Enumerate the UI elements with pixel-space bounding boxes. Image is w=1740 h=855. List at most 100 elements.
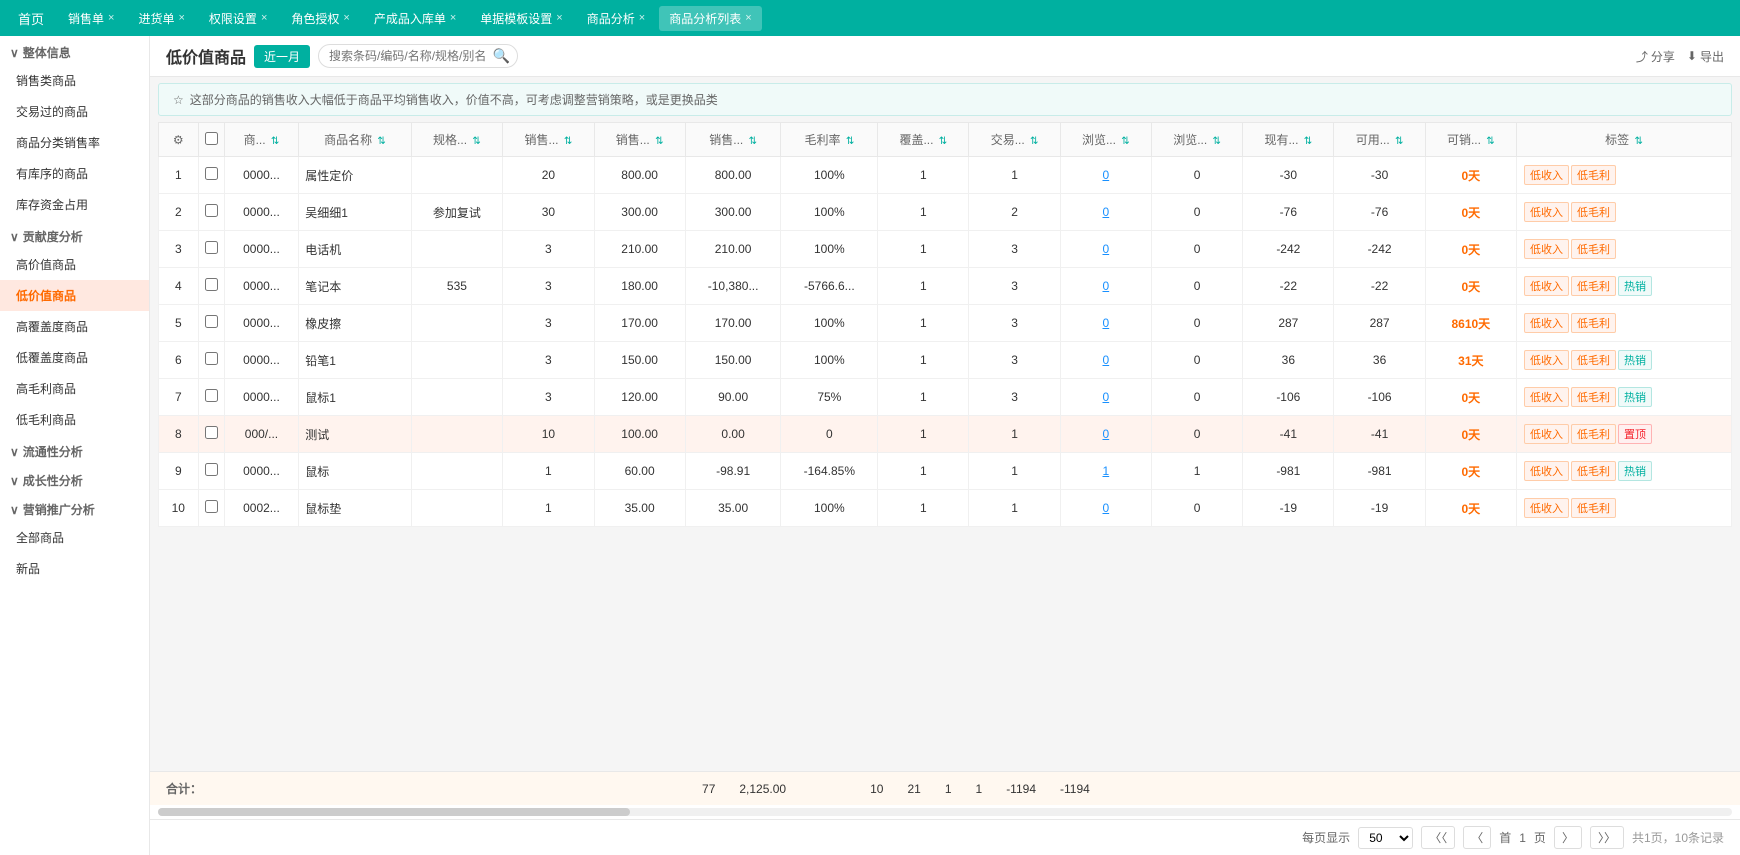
nav-analysis[interactable]: 商品分析 × bbox=[577, 6, 655, 31]
nav-close-analysis[interactable]: × bbox=[639, 12, 645, 24]
nav-roles[interactable]: 角色授权 × bbox=[281, 6, 359, 31]
row-checkbox-cell[interactable] bbox=[198, 379, 224, 416]
sidebar-group-contribution[interactable]: ∨ 贡献度分析 bbox=[0, 220, 149, 249]
row-checkbox-cell[interactable] bbox=[198, 342, 224, 379]
row-view1[interactable]: 0 bbox=[1060, 305, 1151, 342]
col-spec[interactable]: 规格... ⇅ bbox=[411, 123, 503, 157]
nav-close-sales[interactable]: × bbox=[108, 12, 114, 24]
view1-link[interactable]: 0 bbox=[1102, 205, 1109, 219]
nav-product-stock[interactable]: 产成品入库单 × bbox=[364, 6, 466, 31]
col-tags[interactable]: 标签 ⇅ bbox=[1516, 123, 1731, 157]
scrollbar-track[interactable] bbox=[158, 808, 1732, 816]
row-checkbox-cell[interactable] bbox=[198, 416, 224, 453]
gear-icon[interactable]: ⚙ bbox=[173, 133, 184, 147]
row-view1[interactable]: 1 bbox=[1060, 453, 1151, 490]
col-code[interactable]: 商... ⇅ bbox=[224, 123, 299, 157]
sidebar-item-sales-products[interactable]: 销售类商品 bbox=[0, 65, 149, 96]
prev-page-btn[interactable]: 〈 bbox=[1463, 826, 1491, 849]
nav-sales[interactable]: 销售单 × bbox=[58, 6, 124, 31]
col-sale-total[interactable]: 销售... ⇅ bbox=[685, 123, 781, 157]
sidebar-item-all-products[interactable]: 全部商品 bbox=[0, 522, 149, 553]
first-page-btn[interactable]: 〈〈 bbox=[1421, 826, 1455, 849]
col-margin[interactable]: 毛利率 ⇅ bbox=[781, 123, 878, 157]
row-checkbox-cell[interactable] bbox=[198, 268, 224, 305]
col-sale-qty[interactable]: 销售... ⇅ bbox=[503, 123, 594, 157]
sidebar-item-high-coverage[interactable]: 高覆盖度商品 bbox=[0, 311, 149, 342]
nav-home[interactable]: 首页 bbox=[8, 5, 54, 32]
sidebar-group-overall[interactable]: ∨ 整体信息 bbox=[0, 36, 149, 65]
col-gear[interactable]: ⚙ bbox=[159, 123, 199, 157]
search-icon[interactable]: 🔍 bbox=[493, 48, 510, 65]
last-page-btn[interactable]: 〉〉 bbox=[1590, 826, 1624, 849]
row-view1[interactable]: 0 bbox=[1060, 268, 1151, 305]
sidebar-item-low-margin[interactable]: 低毛利商品 bbox=[0, 404, 149, 435]
view1-link[interactable]: 0 bbox=[1102, 390, 1109, 404]
sidebar-group-circulation[interactable]: ∨ 流通性分析 bbox=[0, 435, 149, 464]
row-checkbox[interactable] bbox=[205, 315, 218, 328]
col-sellable[interactable]: 可销... ⇅ bbox=[1425, 123, 1516, 157]
col-trade[interactable]: 交易... ⇅ bbox=[969, 123, 1060, 157]
view1-link[interactable]: 0 bbox=[1102, 242, 1109, 256]
col-view2[interactable]: 浏览... ⇅ bbox=[1151, 123, 1242, 157]
sidebar-item-traded[interactable]: 交易过的商品 bbox=[0, 96, 149, 127]
view1-link[interactable]: 0 bbox=[1102, 353, 1109, 367]
sidebar-item-category-sales[interactable]: 商品分类销售率 bbox=[0, 127, 149, 158]
view1-link[interactable]: 0 bbox=[1102, 168, 1109, 182]
nav-close-template[interactable]: × bbox=[556, 12, 562, 24]
nav-close-roles[interactable]: × bbox=[343, 12, 349, 24]
row-checkbox[interactable] bbox=[205, 352, 218, 365]
export-button[interactable]: ⬇ 导出 bbox=[1687, 48, 1724, 65]
sidebar-item-high-margin[interactable]: 高毛利商品 bbox=[0, 373, 149, 404]
share-button[interactable]: ⤴ 分享 bbox=[1636, 48, 1675, 65]
row-checkbox[interactable] bbox=[205, 389, 218, 402]
row-view1[interactable]: 0 bbox=[1060, 194, 1151, 231]
table-container[interactable]: ⚙ 商... ⇅ 商品名称 ⇅ 规格... ⇅ 销售... ⇅ 销售... ⇅ … bbox=[150, 116, 1740, 771]
row-checkbox[interactable] bbox=[205, 426, 218, 439]
nav-purchase[interactable]: 进货单 × bbox=[128, 6, 194, 31]
row-view1[interactable]: 0 bbox=[1060, 231, 1151, 268]
row-view1[interactable]: 0 bbox=[1060, 342, 1151, 379]
nav-template[interactable]: 单据模板设置 × bbox=[470, 6, 572, 31]
row-checkbox-cell[interactable] bbox=[198, 490, 224, 527]
row-checkbox[interactable] bbox=[205, 463, 218, 476]
view1-link[interactable]: 0 bbox=[1102, 427, 1109, 441]
sidebar-item-stocked[interactable]: 有库序的商品 bbox=[0, 158, 149, 189]
sidebar-item-new-products[interactable]: 新品 bbox=[0, 553, 149, 584]
col-name[interactable]: 商品名称 ⇅ bbox=[299, 123, 411, 157]
row-checkbox[interactable] bbox=[205, 167, 218, 180]
next-page-btn[interactable]: 〉 bbox=[1554, 826, 1582, 849]
row-checkbox-cell[interactable] bbox=[198, 157, 224, 194]
col-available[interactable]: 可用... ⇅ bbox=[1334, 123, 1425, 157]
row-checkbox-cell[interactable] bbox=[198, 453, 224, 490]
sidebar-group-marketing[interactable]: ∨ 营销推广分析 bbox=[0, 493, 149, 522]
row-checkbox-cell[interactable] bbox=[198, 305, 224, 342]
col-coverage[interactable]: 覆盖... ⇅ bbox=[878, 123, 969, 157]
nav-permissions[interactable]: 权限设置 × bbox=[199, 6, 277, 31]
row-checkbox[interactable] bbox=[205, 241, 218, 254]
nav-close-analysis-list[interactable]: × bbox=[745, 12, 751, 24]
view1-link[interactable]: 0 bbox=[1102, 316, 1109, 330]
nav-close-product-stock[interactable]: × bbox=[450, 12, 456, 24]
view1-link[interactable]: 0 bbox=[1102, 279, 1109, 293]
row-view1[interactable]: 0 bbox=[1060, 416, 1151, 453]
view1-link[interactable]: 0 bbox=[1102, 501, 1109, 515]
search-input[interactable] bbox=[318, 44, 518, 68]
row-checkbox-cell[interactable] bbox=[198, 231, 224, 268]
row-checkbox[interactable] bbox=[205, 500, 218, 513]
row-checkbox[interactable] bbox=[205, 278, 218, 291]
col-checkbox[interactable] bbox=[198, 123, 224, 157]
nav-analysis-list[interactable]: 商品分析列表 × bbox=[659, 6, 761, 31]
col-current[interactable]: 现有... ⇅ bbox=[1243, 123, 1334, 157]
sidebar-group-growth[interactable]: ∨ 成长性分析 bbox=[0, 464, 149, 493]
row-checkbox[interactable] bbox=[205, 204, 218, 217]
nav-close-purchase[interactable]: × bbox=[178, 12, 184, 24]
row-view1[interactable]: 0 bbox=[1060, 379, 1151, 416]
scrollbar-thumb[interactable] bbox=[158, 808, 630, 816]
row-checkbox-cell[interactable] bbox=[198, 194, 224, 231]
row-view1[interactable]: 0 bbox=[1060, 157, 1151, 194]
view1-link[interactable]: 1 bbox=[1102, 464, 1109, 478]
row-view1[interactable]: 0 bbox=[1060, 490, 1151, 527]
select-all-checkbox[interactable] bbox=[205, 132, 218, 145]
sidebar-item-low-value[interactable]: 低价值商品 bbox=[0, 280, 149, 311]
col-view1[interactable]: 浏览... ⇅ bbox=[1060, 123, 1151, 157]
